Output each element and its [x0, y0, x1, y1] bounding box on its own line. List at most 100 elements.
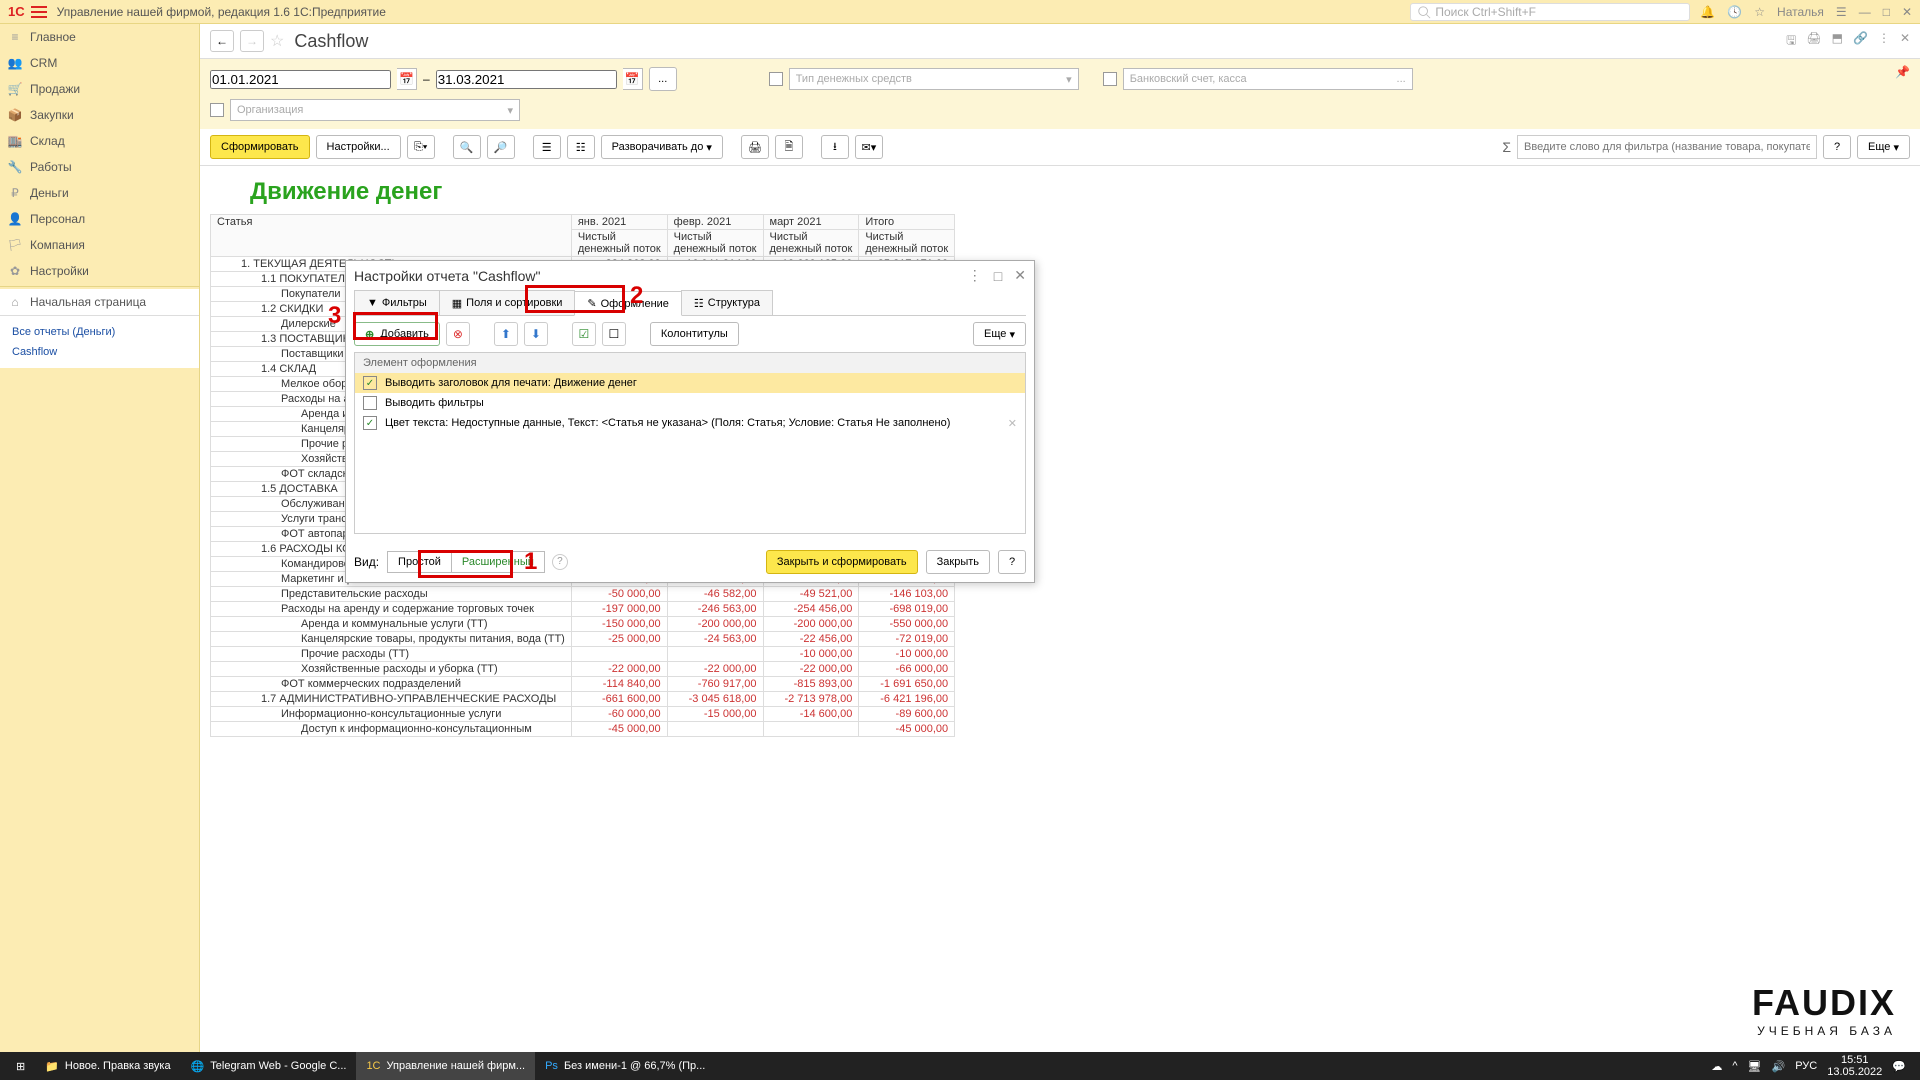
- table-row[interactable]: Канцелярские товары, продукты питания, в…: [211, 632, 955, 647]
- nav-purchases[interactable]: 📦Закупки: [0, 102, 199, 128]
- table-row[interactable]: Информационно-консультационные услуги-60…: [211, 707, 955, 722]
- table-row[interactable]: Прочие расходы (ТТ)-10 000,00-10 000,00: [211, 647, 955, 662]
- appearance-row[interactable]: ✓Выводить заголовок для печати: Движение…: [355, 373, 1025, 393]
- link-icon[interactable]: 🔗: [1853, 31, 1868, 52]
- delete-button[interactable]: ⊗: [446, 322, 470, 346]
- cal-to-icon[interactable]: 📅: [623, 68, 643, 90]
- nav-all-reports[interactable]: Все отчеты (Деньги): [12, 322, 199, 342]
- taskbar-item[interactable]: PsБез имени-1 @ 66,7% (Пр...: [535, 1052, 715, 1080]
- bell-icon[interactable]: 🔔: [1700, 5, 1715, 19]
- star-icon[interactable]: ☆: [1754, 5, 1765, 19]
- tray-notify-icon[interactable]: 💬: [1892, 1060, 1906, 1073]
- save-button[interactable]: ⭳: [821, 135, 849, 159]
- save-icon[interactable]: 🖫: [1786, 31, 1796, 52]
- tab-filters[interactable]: ▼Фильтры: [354, 290, 440, 315]
- row-checkbox[interactable]: ✓: [363, 376, 377, 390]
- cal-from-icon[interactable]: 📅: [397, 68, 417, 90]
- start-button[interactable]: ⊞: [6, 1052, 35, 1080]
- back-button[interactable]: ←: [210, 30, 234, 52]
- row-checkbox[interactable]: [363, 396, 377, 410]
- maximize-icon[interactable]: □: [1883, 5, 1890, 19]
- settings-button[interactable]: Настройки...: [316, 135, 401, 159]
- nav-settings[interactable]: ✿Настройки: [0, 258, 199, 284]
- dialog-more-button[interactable]: Еще ▾: [973, 322, 1026, 346]
- print-button[interactable]: 🖨: [741, 135, 769, 159]
- preview-button[interactable]: 🗎: [775, 135, 803, 159]
- more-button[interactable]: Еще ▾: [1857, 135, 1910, 159]
- table-row[interactable]: ФОТ коммерческих подразделений-114 840,0…: [211, 677, 955, 692]
- nav-company[interactable]: 🏳Компания: [0, 232, 199, 258]
- add-button[interactable]: ⊕Добавить: [354, 322, 440, 346]
- apply-close-button[interactable]: Закрыть и сформировать: [766, 550, 918, 574]
- row-remove-icon[interactable]: ✕: [1008, 417, 1017, 430]
- dialog-close-icon[interactable]: ✕: [1014, 267, 1026, 284]
- pin-icon[interactable]: 📌: [1895, 65, 1910, 79]
- tray-monitor-icon[interactable]: 🖥: [1748, 1060, 1762, 1073]
- table-row[interactable]: Аренда и коммунальные услуги (ТТ)-150 00…: [211, 617, 955, 632]
- tab-fields[interactable]: ▦Поля и сортировки: [439, 290, 576, 315]
- export-icon[interactable]: ⬒: [1832, 31, 1843, 52]
- expand-to-button[interactable]: Разворачивать до ▾: [601, 135, 723, 159]
- table-row[interactable]: Расходы на аренду и содержание торговых …: [211, 602, 955, 617]
- date-to[interactable]: [436, 70, 617, 89]
- find-prev-button[interactable]: 🔎: [487, 135, 515, 159]
- nav-cashflow[interactable]: Cashflow: [12, 342, 199, 362]
- row-checkbox[interactable]: ✓: [363, 416, 377, 430]
- favorite-icon[interactable]: ☆: [270, 31, 284, 51]
- taskbar-item[interactable]: 📁Новое. Правка звука: [35, 1052, 180, 1080]
- nav-staff[interactable]: 👤Персонал: [0, 206, 199, 232]
- tray-up-icon[interactable]: ^: [1732, 1060, 1737, 1072]
- kebab-icon[interactable]: ⋮: [1878, 31, 1890, 52]
- forward-button[interactable]: →: [240, 30, 264, 52]
- user-menu-icon[interactable]: ☰: [1836, 5, 1847, 19]
- tray-lang[interactable]: РУС: [1795, 1060, 1817, 1072]
- nav-start-page[interactable]: ⌂Начальная страница: [0, 289, 199, 315]
- headers-button[interactable]: Колонтитулы: [650, 322, 739, 346]
- find-button[interactable]: 🔍: [453, 135, 481, 159]
- dialog-menu-icon[interactable]: ⋮: [968, 267, 982, 284]
- print-icon[interactable]: 🖨: [1806, 31, 1821, 52]
- bank-select[interactable]: Банковский счет, касса...: [1123, 68, 1413, 90]
- org-select[interactable]: Организация▾: [230, 99, 520, 121]
- check-all-button[interactable]: ☑: [572, 322, 596, 346]
- view-simple-button[interactable]: Простой: [387, 551, 452, 573]
- taskbar-item[interactable]: 🌐Telegram Web - Google C...: [181, 1052, 357, 1080]
- table-row[interactable]: 1.7 АДМИНИСТРАТИВНО-УПРАВЛЕНЧЕСКИЕ РАСХО…: [211, 692, 955, 707]
- dialog-restore-icon[interactable]: □: [994, 268, 1002, 284]
- help-button[interactable]: ?: [1823, 135, 1851, 159]
- tray-cloud-icon[interactable]: ☁: [1711, 1060, 1722, 1073]
- collapse-button[interactable]: ☰: [533, 135, 561, 159]
- date-from[interactable]: [210, 70, 391, 89]
- help-icon[interactable]: ?: [552, 554, 568, 570]
- dialog-help-button[interactable]: ?: [998, 550, 1026, 574]
- nav-sales[interactable]: 🛒Продажи: [0, 76, 199, 102]
- nav-crm[interactable]: 👥CRM: [0, 50, 199, 76]
- nav-main[interactable]: ≡Главное: [0, 24, 199, 50]
- minimize-icon[interactable]: —: [1859, 5, 1871, 19]
- expand-button[interactable]: ☷: [567, 135, 595, 159]
- appearance-row[interactable]: ✓Цвет текста: Недоступные данные, Текст:…: [355, 413, 1025, 433]
- email-button[interactable]: ✉▾: [855, 135, 883, 159]
- tab-structure[interactable]: ☷Структура: [681, 290, 773, 315]
- uncheck-all-button[interactable]: ☐: [602, 322, 626, 346]
- nav-money[interactable]: ₽Деньги: [0, 180, 199, 206]
- taskbar-item[interactable]: 1CУправление нашей фирм...: [356, 1052, 535, 1080]
- nav-warehouse[interactable]: 🏬Склад: [0, 128, 199, 154]
- move-up-button[interactable]: ⬆: [494, 322, 518, 346]
- hamburger-icon[interactable]: [31, 6, 47, 18]
- org-checkbox[interactable]: [210, 103, 224, 117]
- bank-checkbox[interactable]: [1103, 72, 1117, 86]
- appearance-row[interactable]: Выводить фильтры: [355, 393, 1025, 413]
- tab-appearance[interactable]: ✎Оформление: [574, 291, 682, 316]
- close-page-icon[interactable]: ✕: [1900, 31, 1910, 52]
- global-search[interactable]: Поиск Ctrl+Shift+F: [1410, 3, 1690, 21]
- generate-button[interactable]: Сформировать: [210, 135, 310, 159]
- date-more-button[interactable]: ...: [649, 67, 677, 91]
- history-icon[interactable]: 🕓: [1727, 5, 1742, 19]
- type-checkbox[interactable]: [769, 72, 783, 86]
- move-down-button[interactable]: ⬇: [524, 322, 548, 346]
- text-filter-input[interactable]: [1517, 135, 1817, 159]
- table-row[interactable]: Доступ к информационно-консультационным-…: [211, 722, 955, 737]
- variants-button[interactable]: ⎘▾: [407, 135, 435, 159]
- table-row[interactable]: Представительские расходы-50 000,00-46 5…: [211, 587, 955, 602]
